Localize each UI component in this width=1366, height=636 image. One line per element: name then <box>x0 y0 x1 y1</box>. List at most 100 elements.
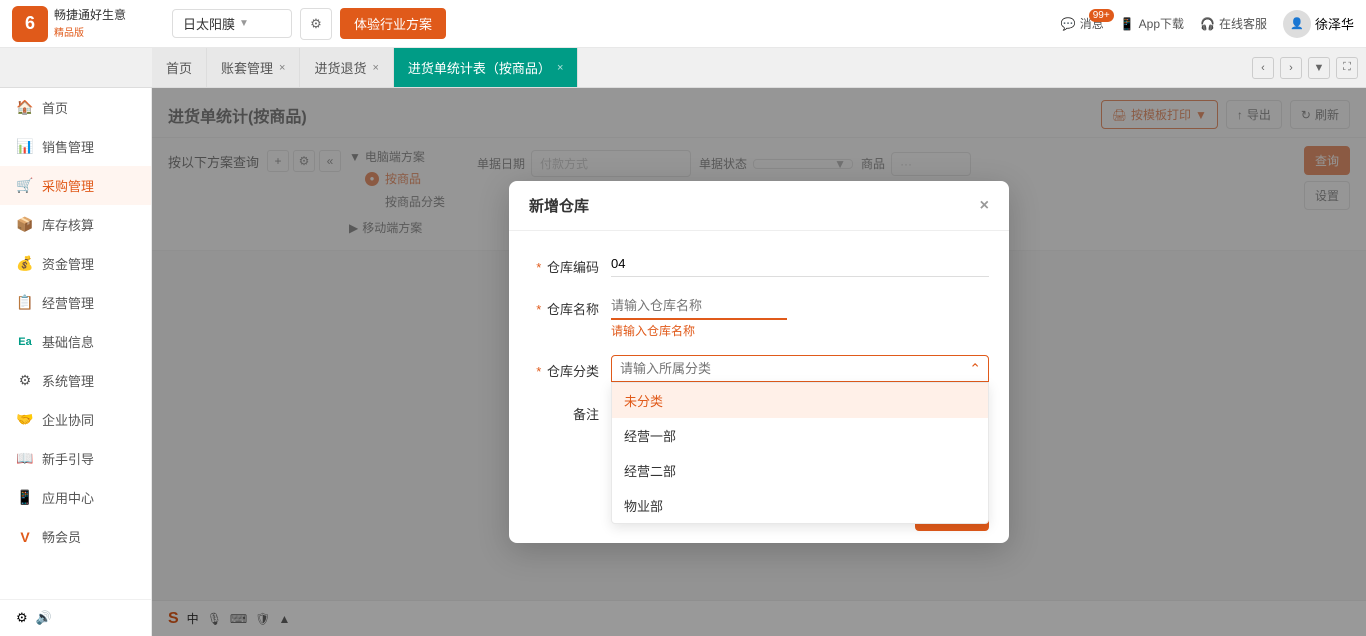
app-download-label: App下载 <box>1139 15 1184 32</box>
sidebar-item-home[interactable]: 🏠 首页 <box>0 88 151 127</box>
sidebar-item-vip[interactable]: V 畅会员 <box>0 517 151 556</box>
inventory-icon: 📦 <box>16 216 34 234</box>
ops-icon: 📋 <box>16 294 34 312</box>
form-row-name: * 仓库名称 请输入仓库名称 <box>529 293 989 339</box>
tab-menu[interactable]: ▼ <box>1308 57 1330 79</box>
category-label: * 仓库分类 <box>529 355 599 380</box>
home-icon: 🏠 <box>16 99 34 117</box>
store-selector[interactable]: 日太阳膜 ▼ <box>172 9 292 38</box>
gear-icon: ⚙ <box>310 16 322 32</box>
messages-button[interactable]: 💬 消息 99+ <box>1061 15 1104 32</box>
top-bar: 6 畅捷通好生意 精品版 日太阳膜 ▼ ⚙ 体验行业方案 💬 消息 99+ 📱 … <box>0 0 1366 48</box>
tab-bar: 首页 账套管理 × 进货退货 × 进货单统计表（按商品） × ‹ › ▼ ⛶ <box>0 48 1366 88</box>
tab-purchase-stats-label: 进货单统计表（按商品） <box>408 58 551 77</box>
sidebar-label-enterprise: 企业协同 <box>42 410 94 429</box>
app-download-button[interactable]: 📱 App下载 <box>1120 15 1184 32</box>
guide-icon: 📖 <box>16 450 34 468</box>
category-select-wrap: ⌃ 未分类 经营一部 经营二部 物业部 <box>611 355 989 382</box>
gear-button[interactable]: ⚙ <box>300 8 332 40</box>
dropdown-item-uncategorized[interactable]: 未分类 <box>612 383 988 418</box>
settings-icon: ⚙ <box>16 610 28 626</box>
sidebar-item-sales[interactable]: 📊 销售管理 <box>0 127 151 166</box>
logo-area: 6 畅捷通好生意 精品版 <box>12 6 164 42</box>
new-warehouse-dialog: 新增仓库 × * 仓库编码 * 仓库名称 <box>509 181 1009 543</box>
purchase-icon: 🛒 <box>16 177 34 195</box>
category-dropdown: 未分类 经营一部 经营二部 物业部 <box>611 382 989 524</box>
tab-expand[interactable]: ⛶ <box>1336 57 1358 79</box>
vip-icon: V <box>16 528 34 546</box>
sidebar-item-basicinfo[interactable]: Ea 基础信息 <box>0 322 151 361</box>
content-area: 进货单统计(按商品) 🖨 按模板打印 ▼ ↑ 导出 ↻ 刷新 <box>152 88 1366 636</box>
phone-icon: 📱 <box>1120 17 1135 31</box>
sidebar-item-purchase[interactable]: 🛒 采购管理 <box>0 166 151 205</box>
tab-home[interactable]: 首页 <box>152 48 207 87</box>
username: 徐泽华 <box>1315 14 1354 33</box>
finance-icon: 💰 <box>16 255 34 273</box>
name-field-wrap: 请输入仓库名称 <box>611 293 989 339</box>
logo-text-block: 畅捷通好生意 精品版 <box>54 8 126 39</box>
tab-scroll-left[interactable]: ‹ <box>1252 57 1274 79</box>
user-area[interactable]: 👤 徐泽华 <box>1283 10 1354 38</box>
tab-purchase-stats[interactable]: 进货单统计表（按商品） × <box>394 48 578 87</box>
warehouse-name-input[interactable] <box>611 293 787 320</box>
tab-account-close[interactable]: × <box>279 62 285 74</box>
code-label: * 仓库编码 <box>529 251 599 276</box>
tab-account[interactable]: 账套管理 × <box>207 48 300 87</box>
enterprise-icon: 🤝 <box>16 411 34 429</box>
sidebar-label-home: 首页 <box>42 98 68 117</box>
dropdown-item-property[interactable]: 物业部 <box>612 488 988 523</box>
store-dropdown-arrow: ▼ <box>239 18 249 29</box>
name-error-msg: 请输入仓库名称 <box>611 322 989 339</box>
trial-button[interactable]: 体验行业方案 <box>340 8 446 39</box>
sidebar-item-inventory[interactable]: 📦 库存核算 <box>0 205 151 244</box>
sidebar-item-ops[interactable]: 📋 经营管理 <box>0 283 151 322</box>
tab-account-label: 账套管理 <box>221 58 273 77</box>
sidebar-label-system: 系统管理 <box>42 371 94 390</box>
sidebar: 🏠 首页 📊 销售管理 🛒 采购管理 📦 库存核算 💰 资金管理 📋 经营管理 … <box>0 88 152 636</box>
sidebar-label-sales: 销售管理 <box>42 137 94 156</box>
tab-purchase-return[interactable]: 进货退货 × <box>300 48 393 87</box>
sidebar-item-system[interactable]: ⚙ 系统管理 <box>0 361 151 400</box>
main-layout: 🏠 首页 📊 销售管理 🛒 采购管理 📦 库存核算 💰 资金管理 📋 经营管理 … <box>0 88 1366 636</box>
tab-purchase-return-close[interactable]: × <box>372 62 378 74</box>
sidebar-label-apps: 应用中心 <box>42 488 94 507</box>
tab-home-label: 首页 <box>166 58 192 77</box>
sidebar-label-vip: 畅会员 <box>42 527 81 546</box>
name-required: * <box>536 302 541 317</box>
volume-icon: 🔊 <box>36 610 52 626</box>
online-service-label: 在线客服 <box>1219 15 1267 32</box>
user-avatar: 👤 <box>1283 10 1311 38</box>
tab-purchase-stats-close[interactable]: × <box>557 62 563 74</box>
sidebar-item-finance[interactable]: 💰 资金管理 <box>0 244 151 283</box>
dropdown-item-dept2[interactable]: 经营二部 <box>612 453 988 488</box>
store-name: 日太阳膜 <box>183 14 235 33</box>
messages-badge: 99+ <box>1089 9 1114 22</box>
tab-scroll-right[interactable]: › <box>1280 57 1302 79</box>
tab-spacer <box>578 48 1244 87</box>
warehouse-code-input[interactable] <box>611 251 989 277</box>
logo-icon: 6 <box>12 6 48 42</box>
tab-purchase-return-label: 进货退货 <box>314 58 366 77</box>
sidebar-label-finance: 资金管理 <box>42 254 94 273</box>
dialog-body: * 仓库编码 * 仓库名称 请输入仓库名称 <box>509 231 1009 486</box>
system-icon: ⚙ <box>16 372 34 390</box>
basicinfo-icon: Ea <box>16 333 34 351</box>
tab-controls: ‹ › ▼ ⛶ <box>1244 48 1366 87</box>
name-label: * 仓库名称 <box>529 293 599 318</box>
sales-icon: 📊 <box>16 138 34 156</box>
form-row-category: * 仓库分类 ⌃ 未分类 经营一部 经营二部 物业部 <box>529 355 989 382</box>
sidebar-bottom[interactable]: ⚙ 🔊 <box>0 599 151 636</box>
apps-icon: 📱 <box>16 489 34 507</box>
dialog-close-button[interactable]: × <box>980 197 989 215</box>
form-row-code: * 仓库编码 <box>529 251 989 277</box>
online-service-button[interactable]: 🎧 在线客服 <box>1200 15 1267 32</box>
category-input[interactable] <box>611 355 989 382</box>
sidebar-item-guide[interactable]: 📖 新手引导 <box>0 439 151 478</box>
sidebar-label-guide: 新手引导 <box>42 449 94 468</box>
sidebar-item-enterprise[interactable]: 🤝 企业协同 <box>0 400 151 439</box>
sidebar-item-apps[interactable]: 📱 应用中心 <box>0 478 151 517</box>
dialog-title: 新增仓库 <box>529 195 589 216</box>
note-label: 备注 <box>529 398 599 423</box>
dropdown-item-dept1[interactable]: 经营一部 <box>612 418 988 453</box>
category-required: * <box>536 364 541 379</box>
